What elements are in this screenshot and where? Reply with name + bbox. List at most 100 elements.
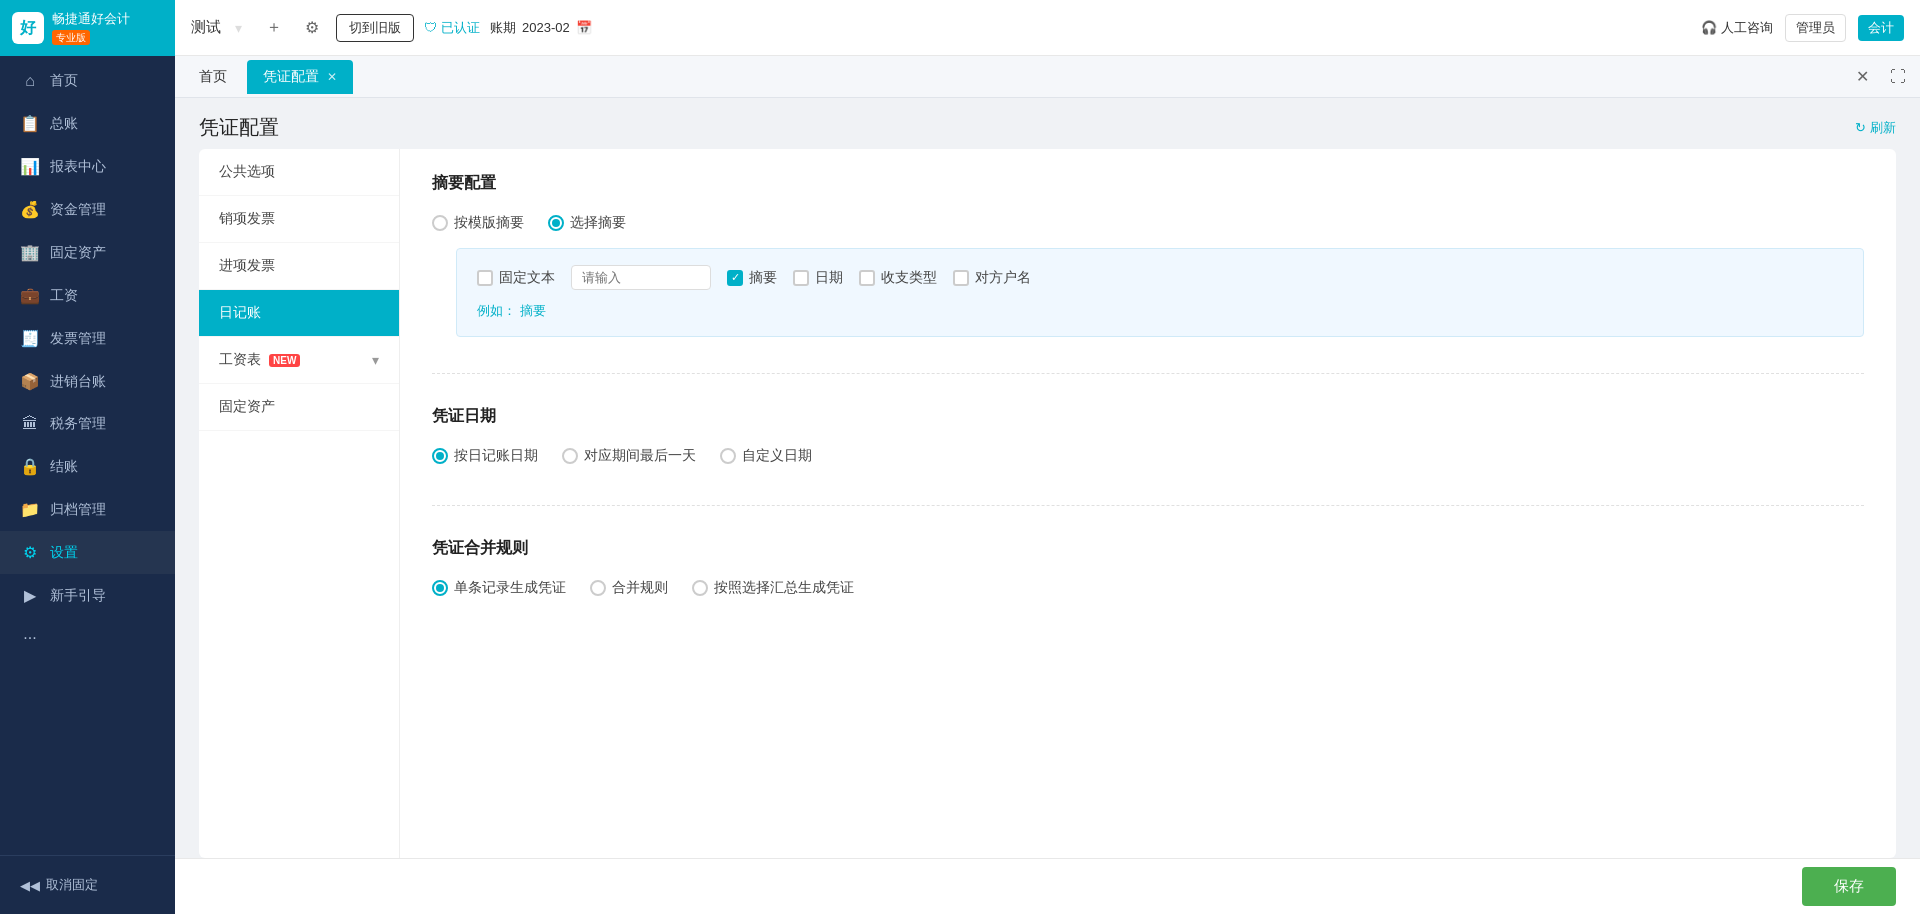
tabbar: 首页 凭证配置 ✕ ✕ ⛶	[175, 56, 1920, 98]
radio-custom-date[interactable]: 自定义日期	[720, 447, 812, 465]
checkbox-counterparty[interactable]: 对方户名	[953, 269, 1031, 287]
sidebar-item-cash[interactable]: 💰 资金管理	[0, 188, 175, 231]
radio-merge-rule[interactable]: 合并规则	[590, 579, 668, 597]
sidebar-nav: ⌂ 首页 📋 总账 📊 报表中心 💰 资金管理 🏢 固定资产 💼 工资 🧾 发票…	[0, 56, 175, 855]
archive-icon: 📁	[20, 500, 40, 519]
sidebar-item-ledger[interactable]: 📋 总账	[0, 102, 175, 145]
topbar-right: 🎧 人工咨询 管理员 会计	[1701, 14, 1904, 42]
headset-icon: 🎧	[1701, 20, 1717, 35]
radio-select-merge[interactable]: 按照选择汇总生成凭证	[692, 579, 854, 597]
radio-single-record[interactable]: 单条记录生成凭证	[432, 579, 566, 597]
summary-config-row: 固定文本 ✓ 摘要 日期	[477, 265, 1843, 290]
consult-button[interactable]: 🎧 人工咨询	[1701, 19, 1773, 37]
left-nav-payroll-table[interactable]: 工资表 NEW ▾	[199, 337, 399, 384]
merge-radio-group: 单条记录生成凭证 合并规则 按照选择汇总生成凭证	[432, 579, 1864, 597]
refresh-icon: ↻	[1855, 120, 1866, 135]
checkbox-date[interactable]: 日期	[793, 269, 843, 287]
sales-ledger-icon: 📦	[20, 372, 40, 391]
right-content: 摘要配置 按模版摘要 选择摘要	[399, 149, 1896, 858]
period-info: 账期 2023-02 📅	[490, 19, 592, 37]
payroll-icon: 💼	[20, 286, 40, 305]
sidebar-item-invoice[interactable]: 🧾 发票管理	[0, 317, 175, 360]
checkbox-income-type[interactable]: 收支类型	[859, 269, 937, 287]
guide-icon: ▶	[20, 586, 40, 605]
radio-select-circle	[548, 215, 564, 231]
left-nav-purchase-invoice[interactable]: 进项发票	[199, 243, 399, 290]
main-layout: 公共选项 销项发票 进项发票 日记账 工资表 NEW ▾ 固定资产 摘要配置	[175, 149, 1920, 858]
new-badge: NEW	[269, 354, 300, 367]
sidebar-item-close[interactable]: 🔒 结账	[0, 445, 175, 488]
sidebar-item-reports[interactable]: 📊 报表中心	[0, 145, 175, 188]
radio-single-record-circle	[432, 580, 448, 596]
sidebar-item-payroll[interactable]: 💼 工资	[0, 274, 175, 317]
main-area: 测试 ▾ ＋ ⚙ 切到旧版 🛡 已认证 账期 2023-02 📅 🎧 人工咨询 …	[175, 0, 1920, 914]
role-button[interactable]: 会计	[1858, 15, 1904, 41]
user-button[interactable]: 管理员	[1785, 14, 1846, 42]
checkbox-summary-box: ✓	[727, 270, 743, 286]
sidebar-item-settings[interactable]: ⚙ 设置	[0, 531, 175, 574]
sidebar-item-guide[interactable]: ▶ 新手引导	[0, 574, 175, 617]
calendar-icon[interactable]: 📅	[576, 20, 592, 35]
radio-merge-rule-circle	[590, 580, 606, 596]
fullscreen-button[interactable]: ⛶	[1884, 63, 1912, 91]
fixed-text-input[interactable]	[571, 265, 711, 290]
sidebar: 好 畅捷通好会计 专业版 ⌂ 首页 📋 总账 📊 报表中心 💰 资金管理 🏢 固…	[0, 0, 175, 914]
checkbox-summary[interactable]: ✓ 摘要	[727, 269, 777, 287]
section-summary-title: 摘要配置	[432, 173, 1864, 194]
radio-select-merge-circle	[692, 580, 708, 596]
sidebar-item-tax[interactable]: 🏛 税务管理	[0, 403, 175, 445]
refresh-button[interactable]: ↻ 刷新	[1855, 119, 1896, 137]
page-title: 凭证配置	[199, 114, 279, 141]
reports-icon: 📊	[20, 157, 40, 176]
topbar-icons: ＋ ⚙	[260, 14, 326, 42]
sidebar-item-more[interactable]: ···	[0, 617, 175, 659]
sidebar-item-fixed[interactable]: 🏢 固定资产	[0, 231, 175, 274]
fixed-icon: 🏢	[20, 243, 40, 262]
radio-period-last[interactable]: 对应期间最后一天	[562, 447, 696, 465]
summary-radio-group: 按模版摘要 选择摘要	[432, 214, 1864, 232]
section-date: 凭证日期 按日记账日期 对应期间最后一天 自定义日期	[432, 406, 1864, 506]
summary-config-box: 固定文本 ✓ 摘要 日期	[456, 248, 1864, 337]
radio-journal-date[interactable]: 按日记账日期	[432, 447, 538, 465]
settings-gear-button[interactable]: ⚙	[298, 14, 326, 42]
radio-template-summary[interactable]: 按模版摘要	[432, 214, 524, 232]
add-company-button[interactable]: ＋	[260, 14, 288, 42]
invoice-icon: 🧾	[20, 329, 40, 348]
sidebar-item-archive[interactable]: 📁 归档管理	[0, 488, 175, 531]
radio-select-summary[interactable]: 选择摘要	[548, 214, 626, 232]
content-area: 凭证配置 ↻ 刷新 公共选项 销项发票 进项发票 日记账 工资表 NEW ▾	[175, 98, 1920, 858]
tab-voucher-config[interactable]: 凭证配置 ✕	[247, 60, 353, 94]
left-nav-public[interactable]: 公共选项	[199, 149, 399, 196]
chevron-down-icon: ▾	[372, 352, 379, 368]
old-version-button[interactable]: 切到旧版	[336, 14, 414, 42]
checkbox-fixed-text[interactable]: 固定文本	[477, 269, 555, 287]
left-nav-fixed-assets[interactable]: 固定资产	[199, 384, 399, 431]
radio-journal-date-circle	[432, 448, 448, 464]
tab-home[interactable]: 首页	[183, 60, 243, 94]
app-logo-icon: 好	[12, 12, 44, 44]
topbar-divider: ▾	[235, 20, 242, 36]
save-button[interactable]: 保存	[1802, 867, 1896, 906]
section-summary: 摘要配置 按模版摘要 选择摘要	[432, 173, 1864, 374]
close-account-icon: 🔒	[20, 457, 40, 476]
bottom-bar: 保存	[175, 858, 1920, 914]
checkbox-fixed-text-box	[477, 270, 493, 286]
cancel-fixed-icon: ◀◀	[20, 878, 40, 893]
home-icon: ⌂	[20, 72, 40, 90]
company-name: 测试	[191, 18, 221, 37]
checkbox-counterparty-box	[953, 270, 969, 286]
sidebar-item-sales-ledger[interactable]: 📦 进销台账	[0, 360, 175, 403]
certified-badge: 🛡 已认证	[424, 19, 480, 37]
section-date-title: 凭证日期	[432, 406, 1864, 427]
section-merge-title: 凭证合并规则	[432, 538, 1864, 559]
cash-icon: 💰	[20, 200, 40, 219]
sidebar-item-home[interactable]: ⌂ 首页	[0, 60, 175, 102]
left-nav-sales-invoice[interactable]: 销项发票	[199, 196, 399, 243]
left-nav: 公共选项 销项发票 进项发票 日记账 工资表 NEW ▾ 固定资产	[199, 149, 399, 858]
close-tab-button[interactable]: ✕	[1848, 63, 1876, 91]
cancel-fixed-button[interactable]: ◀◀ 取消固定	[0, 866, 175, 904]
checkbox-income-type-box	[859, 270, 875, 286]
left-nav-journal[interactable]: 日记账	[199, 290, 399, 337]
tabbar-actions: ✕ ⛶	[1848, 63, 1912, 91]
tab-close-icon[interactable]: ✕	[327, 70, 337, 84]
